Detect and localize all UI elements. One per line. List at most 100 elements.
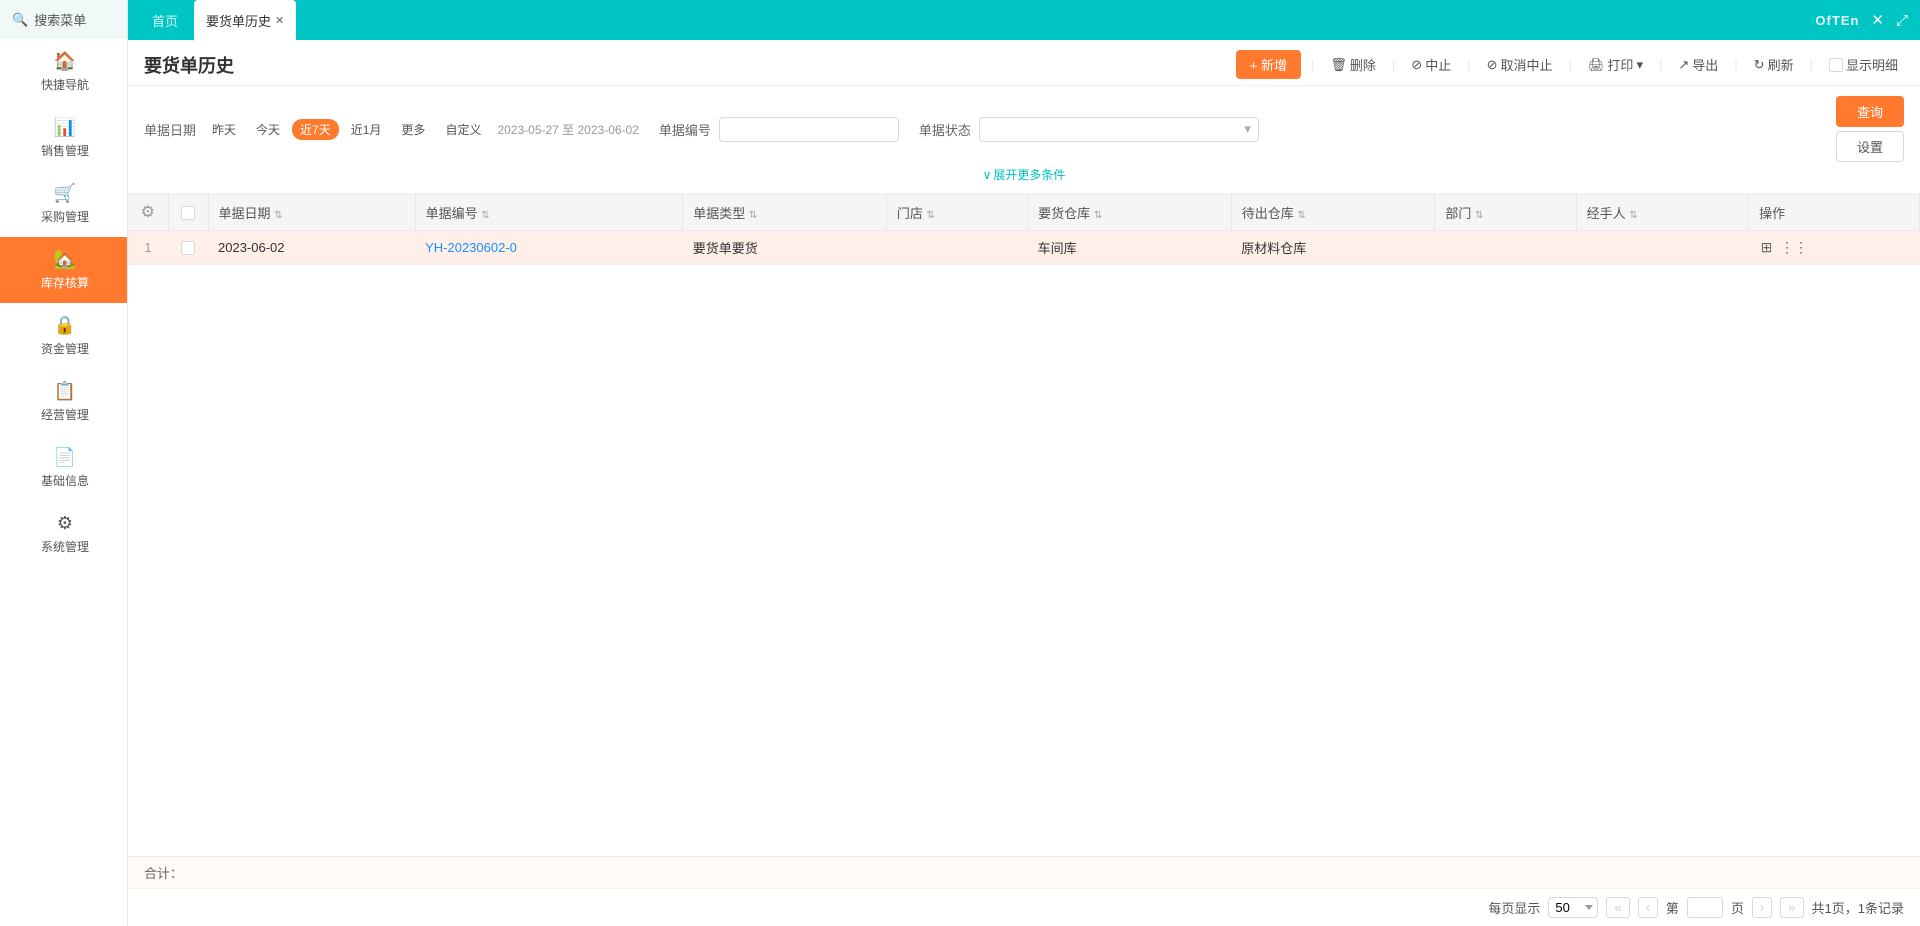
stop-label: 中止 [1425,55,1451,74]
sort-req-wh-icon[interactable]: ⇅ [1094,210,1102,221]
sort-handler-icon[interactable]: ⇅ [1629,210,1637,221]
close-window-icon[interactable]: ✕ [1871,11,1884,29]
view-action-icon[interactable]: ⊞ [1761,239,1773,255]
sort-dept-icon[interactable]: ⇅ [1475,210,1483,221]
settings-button[interactable]: 设置 [1836,131,1904,162]
sidebar-item-label: 销售管理 [41,142,89,159]
next-page-button[interactable]: › [1752,897,1772,918]
col-order-no: 单据编号 ⇅ [415,194,683,231]
query-button[interactable]: 查询 [1836,96,1904,127]
export-button[interactable]: ↗ 导出 [1672,51,1724,78]
chevron-down-icon: ∨ [983,168,992,182]
print-button[interactable]: 🖨 打印 ▾ [1582,51,1649,78]
filter-row-1: 单据日期 昨天 今天 近7天 近1月 更多 自定义 2023-05-27 至 2… [144,96,1904,162]
sidebar-item-finance[interactable]: 🔒 资金管理 [0,303,127,369]
lock-icon: 🔒 [54,315,76,336]
sidebar-item-sales[interactable]: 📊 销售管理 [0,105,127,171]
search-icon: 🔍 [12,12,28,28]
more-action-icon[interactable]: ⋮⋮ [1780,239,1808,255]
table-row[interactable]: 1 2023-06-02 YH-20230602-0 要货单要货 车间库 原材料… [128,231,1920,265]
per-page-select[interactable]: 10 20 50 100 [1548,897,1598,918]
sidebar-item-operation[interactable]: 📋 经营管理 [0,369,127,435]
cell-order-no: YH-20230602-0 [415,231,683,265]
col-req-warehouse: 要货仓库 ⇅ [1028,194,1232,231]
table-area: ⚙ 单据日期 ⇅ 单据编号 ⇅ [128,194,1920,856]
filter-group-order-no: 单据编号 [659,117,899,142]
sidebar-item-inventory[interactable]: 🏡 库存核算 [0,237,127,303]
cancel-stop-button[interactable]: ⊘ 取消中止 [1481,51,1559,78]
date-pill-yesterday[interactable]: 昨天 [204,119,244,140]
sidebar-item-quick-nav[interactable]: 🏠 快捷导航 [0,39,127,105]
sidebar-item-basic[interactable]: 📄 基础信息 [0,435,127,501]
sidebar-item-purchase[interactable]: 🛒 采购管理 [0,171,127,237]
checkbox-show-detail[interactable] [1829,58,1843,72]
sort-dest-wh-icon[interactable]: ⇅ [1297,210,1305,221]
status-input[interactable] [979,117,1259,142]
export-icon: ↗ [1678,57,1689,73]
expand-label: 展开更多条件 [993,166,1065,183]
print-icon: 🖨 [1588,57,1605,73]
sort-store-icon[interactable]: ⇅ [926,210,934,221]
sidebar-item-system[interactable]: ⚙ 系统管理 [0,501,127,567]
last-page-button[interactable]: » [1780,897,1803,918]
col-handler: 经手人 ⇅ [1576,194,1748,231]
tab-requisition-history[interactable]: 要货单历史 ✕ [194,0,296,40]
refresh-label: 刷新 [1768,55,1794,74]
show-detail-button[interactable]: 显示明细 [1823,51,1904,78]
sort-date-icon[interactable]: ⇅ [274,210,282,221]
data-table: ⚙ 单据日期 ⇅ 单据编号 ⇅ [128,194,1920,265]
page-label: 第 [1666,898,1679,917]
export-label: 导出 [1692,55,1718,74]
date-pill-custom[interactable]: 自定义 [437,119,489,140]
sidebar-search[interactable]: 🔍 搜索菜单 [0,0,127,39]
cell-handler [1576,231,1748,265]
cell-order-type: 要货单要货 [683,231,887,265]
prev-page-button[interactable]: ‹ [1638,897,1658,918]
sidebar-item-label: 快捷导航 [41,76,89,93]
expand-filter-button[interactable]: ∨ 展开更多条件 [983,166,1066,183]
new-button[interactable]: + 新增 [1236,50,1301,79]
refresh-button[interactable]: ↻ 刷新 [1748,51,1800,78]
order-no-link[interactable]: YH-20230602-0 [425,240,517,255]
date-pills: 昨天 今天 近7天 近1月 更多 自定义 [204,119,489,140]
date-pill-1month[interactable]: 近1月 [343,119,390,140]
page-suffix: 页 [1731,898,1744,917]
total-label: 合计： [144,863,183,882]
filter-group-status: 单据状态 ▾ [919,117,1259,142]
refresh-icon: ↻ [1754,57,1765,73]
doc-icon: 📄 [54,447,76,468]
col-department: 部门 ⇅ [1435,194,1576,231]
date-pill-today[interactable]: 今天 [248,119,288,140]
tab-home-label: 首页 [152,11,178,30]
pagination: 每页显示 10 20 50 100 « ‹ 第 1 页 › » 共1页，1条记录 [128,888,1920,926]
maximize-icon[interactable]: ⤢ [1896,12,1908,29]
print-chevron-icon: ▾ [1636,57,1643,73]
main-area: 首页 要货单历史 ✕ OfTEn ✕ ⤢ 要货单历史 + 新增 | 🗑 删除 | [128,0,1920,926]
sort-type-icon[interactable]: ⇅ [749,210,757,221]
first-page-button[interactable]: « [1606,897,1629,918]
house-icon: 🏡 [54,249,76,270]
sort-orderno-icon[interactable]: ⇅ [481,210,489,221]
cell-date: 2023-06-02 [208,231,415,265]
table-footer: 合计： [128,856,1920,888]
sidebar-item-label: 采购管理 [41,208,89,225]
delete-button[interactable]: 🗑 删除 [1324,51,1382,78]
show-detail-label: 显示明细 [1846,55,1898,74]
row-checkbox[interactable] [181,241,195,255]
delete-label: 删除 [1350,55,1376,74]
tab-home[interactable]: 首页 [140,0,190,40]
tab-requisition-label: 要货单历史 [206,11,271,30]
delete-icon: 🗑 [1330,57,1347,73]
topbar: 首页 要货单历史 ✕ OfTEn ✕ ⤢ [128,0,1920,40]
date-pill-more[interactable]: 更多 [393,119,433,140]
order-no-input[interactable] [719,117,899,142]
column-settings-icon[interactable]: ⚙ [141,204,155,221]
filter-expand-row: ∨ 展开更多条件 [144,166,1904,183]
page-input[interactable]: 1 [1687,897,1723,918]
sidebar-item-label: 经营管理 [41,406,89,423]
stop-button[interactable]: ⊘ 中止 [1405,51,1457,78]
col-action: 操作 [1749,194,1920,231]
date-pill-7days[interactable]: 近7天 [292,119,339,140]
select-all-checkbox[interactable] [181,206,195,220]
tab-close-icon[interactable]: ✕ [275,14,284,27]
